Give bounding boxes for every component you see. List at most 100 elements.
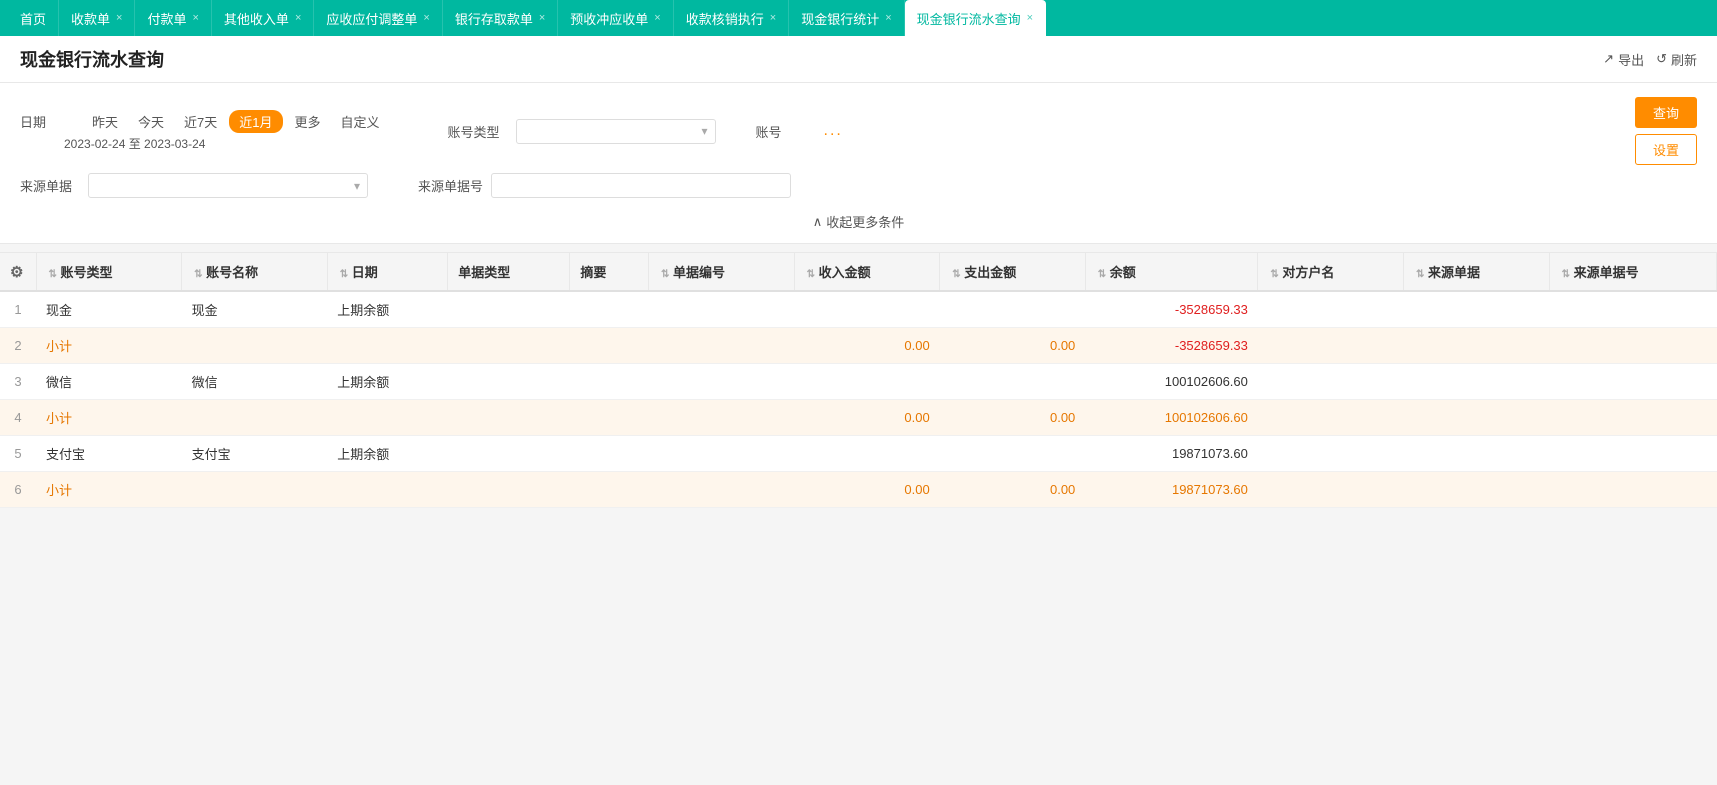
- close-icon[interactable]: ×: [885, 12, 891, 24]
- row-account-name: 支付宝: [182, 436, 328, 472]
- nav-item-收款核销执行[interactable]: 收款核销执行×: [674, 0, 789, 36]
- nav-item-银行存取款单[interactable]: 银行存取款单×: [443, 0, 558, 36]
- source-doc-label: 来源单据: [20, 176, 80, 195]
- date-opt-today[interactable]: 今天: [130, 110, 172, 133]
- row-index: 1: [0, 291, 36, 328]
- close-icon[interactable]: ×: [295, 12, 301, 24]
- nav-item-付款单[interactable]: 付款单×: [135, 0, 211, 36]
- row-summary: [570, 472, 649, 508]
- col-doc-no[interactable]: ⇅ 单据编号: [649, 253, 795, 292]
- row-index: 2: [0, 328, 36, 364]
- row-doc-no: [649, 364, 795, 400]
- nav-item-现金银行流水查询[interactable]: 现金银行流水查询×: [905, 0, 1046, 36]
- source-doc-select[interactable]: [88, 173, 368, 198]
- col-account-name[interactable]: ⇅ 账号名称: [182, 253, 328, 292]
- row-doc-type: [448, 472, 570, 508]
- row-source-doc: [1403, 400, 1549, 436]
- col-expense[interactable]: ⇅ 支出金额: [940, 253, 1086, 292]
- row-account-name: [182, 328, 328, 364]
- date-opt-custom[interactable]: 自定义: [333, 110, 388, 133]
- collapse-icon: ∧: [813, 214, 823, 230]
- row-counterpart: [1258, 291, 1404, 328]
- row-source-doc: [1403, 472, 1549, 508]
- table-row: 3微信微信上期余额100102606.60: [0, 364, 1717, 400]
- row-source-doc: [1403, 291, 1549, 328]
- row-doc-type: [448, 328, 570, 364]
- row-source-doc-no: [1549, 291, 1716, 328]
- row-counterpart: [1258, 436, 1404, 472]
- col-date[interactable]: ⇅ 日期: [327, 253, 448, 292]
- col-balance[interactable]: ⇅ 余额: [1085, 253, 1258, 292]
- account-dots-btn[interactable]: ...: [824, 122, 843, 140]
- date-opt-more[interactable]: 更多: [287, 110, 329, 133]
- nav-item-收款单[interactable]: 收款单×: [59, 0, 135, 36]
- header-actions: ↗ 导出 ↺ 刷新: [1603, 50, 1697, 69]
- row-summary: [570, 436, 649, 472]
- row-account-type: 小计: [36, 400, 182, 436]
- row-source-doc: [1403, 328, 1549, 364]
- row-counterpart: [1258, 364, 1404, 400]
- nav-item-应收应付调整单[interactable]: 应收应付调整单×: [314, 0, 442, 36]
- close-icon[interactable]: ×: [1027, 12, 1033, 24]
- row-date: 上期余额: [327, 436, 448, 472]
- close-icon[interactable]: ×: [654, 12, 660, 24]
- close-icon[interactable]: ×: [116, 12, 122, 24]
- row-date: 上期余额: [327, 364, 448, 400]
- row-balance: -3528659.33: [1085, 328, 1258, 364]
- date-opt-1month[interactable]: 近1月: [229, 110, 282, 133]
- row-doc-no: [649, 472, 795, 508]
- close-icon[interactable]: ×: [192, 12, 198, 24]
- close-icon[interactable]: ×: [423, 12, 429, 24]
- row-account-type: 现金: [36, 291, 182, 328]
- row-income: 0.00: [794, 328, 940, 364]
- date-opt-7days[interactable]: 近7天: [176, 110, 225, 133]
- account-type-select-wrapper: [516, 119, 716, 144]
- table-container: ⚙ ⇅ 账号类型 ⇅ 账号名称 ⇅ 日期 单据类型 摘要 ⇅ 单据编号 ⇅ 收入…: [0, 252, 1717, 508]
- close-icon[interactable]: ×: [539, 12, 545, 24]
- account-type-select[interactable]: [516, 119, 716, 144]
- row-counterpart: [1258, 472, 1404, 508]
- close-icon[interactable]: ×: [770, 12, 776, 24]
- col-income[interactable]: ⇅ 收入金额: [794, 253, 940, 292]
- row-doc-no: [649, 328, 795, 364]
- row-expense: [940, 291, 1086, 328]
- col-counterpart[interactable]: ⇅ 对方户名: [1258, 253, 1404, 292]
- refresh-button[interactable]: ↺ 刷新: [1656, 50, 1697, 69]
- row-source-doc: [1403, 364, 1549, 400]
- export-icon: ↗: [1603, 51, 1614, 67]
- row-summary: [570, 364, 649, 400]
- account-label: 账号: [756, 122, 816, 141]
- data-table: ⚙ ⇅ 账号类型 ⇅ 账号名称 ⇅ 日期 单据类型 摘要 ⇅ 单据编号 ⇅ 收入…: [0, 252, 1717, 508]
- date-opt-yesterday[interactable]: 昨天: [84, 110, 126, 133]
- nav-item-其他收入单[interactable]: 其他收入单×: [212, 0, 314, 36]
- collapse-bar[interactable]: ∧ 收起更多条件: [20, 206, 1697, 233]
- col-account-type[interactable]: ⇅ 账号类型: [36, 253, 182, 292]
- export-button[interactable]: ↗ 导出: [1603, 50, 1644, 69]
- source-doc-select-wrapper: [88, 173, 368, 198]
- row-doc-type: [448, 364, 570, 400]
- row-source-doc-no: [1549, 364, 1716, 400]
- refresh-icon: ↺: [1656, 51, 1667, 67]
- row-expense: [940, 436, 1086, 472]
- row-source-doc: [1403, 436, 1549, 472]
- query-button[interactable]: 查询: [1635, 97, 1697, 128]
- filter-section: 日期 昨天 今天 近7天 近1月 更多 自定义 2023-02-24 至 202…: [0, 83, 1717, 244]
- source-doc-num-label: 来源单据号: [418, 176, 483, 195]
- col-gear[interactable]: ⚙: [0, 253, 36, 292]
- col-source-doc-no[interactable]: ⇅ 来源单据号: [1549, 253, 1716, 292]
- row-account-name: [182, 472, 328, 508]
- row-date: [327, 472, 448, 508]
- row-summary: [570, 291, 649, 328]
- nav-item-现金银行统计[interactable]: 现金银行统计×: [789, 0, 904, 36]
- col-source-doc[interactable]: ⇅ 来源单据: [1403, 253, 1549, 292]
- col-doc-type: 单据类型: [448, 253, 570, 292]
- row-doc-type: [448, 436, 570, 472]
- row-balance: 100102606.60: [1085, 364, 1258, 400]
- settings-button[interactable]: 设置: [1635, 134, 1697, 165]
- source-doc-num-input[interactable]: [491, 173, 791, 198]
- nav-item-首页[interactable]: 首页: [4, 0, 59, 36]
- row-account-type: 支付宝: [36, 436, 182, 472]
- gear-icon: ⚙: [10, 264, 23, 281]
- nav-item-预收冲应收单[interactable]: 预收冲应收单×: [558, 0, 673, 36]
- row-index: 3: [0, 364, 36, 400]
